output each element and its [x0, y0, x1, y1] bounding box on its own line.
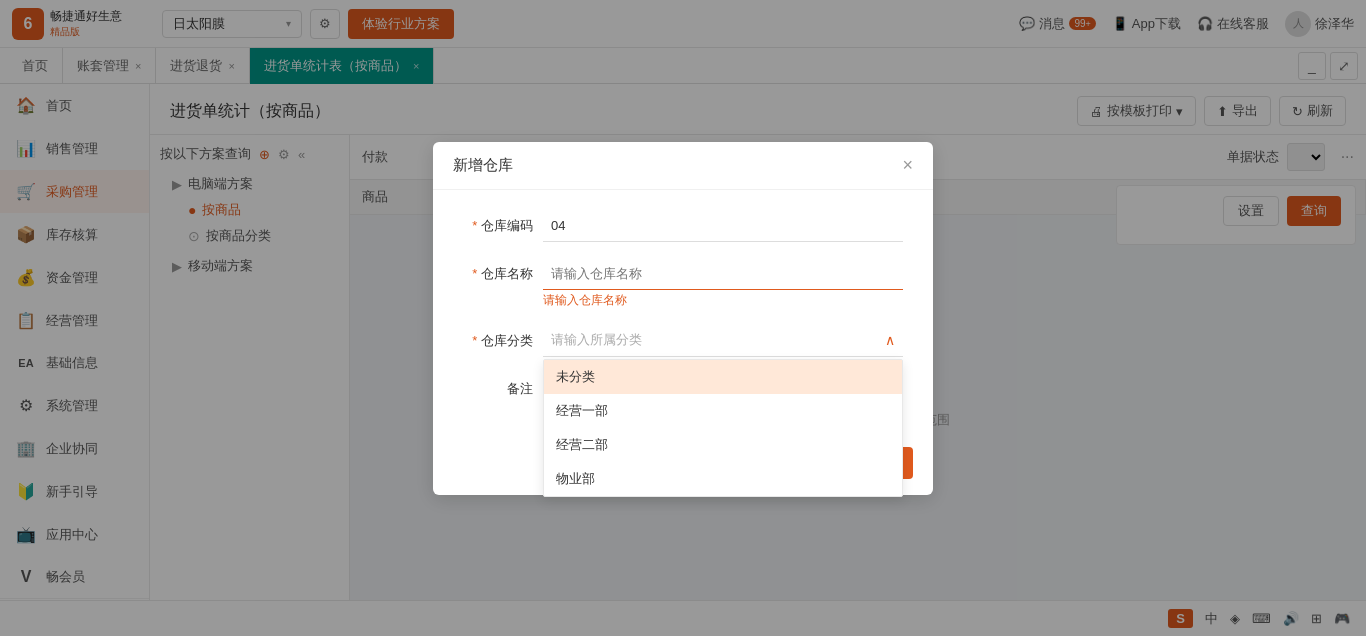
dropdown-item-0[interactable]: 未分类 — [544, 360, 902, 394]
warehouse-name-label: 仓库名称 — [463, 258, 533, 290]
category-chevron-icon: ∧ — [885, 332, 895, 348]
dialog: 新增仓库 × 仓库编码 仓库名称 请输入仓库名称 仓库分类 — [433, 142, 933, 495]
dialog-header: 新增仓库 × — [433, 142, 933, 190]
dropdown-item-3[interactable]: 物业部 — [544, 462, 902, 496]
remark-label: 备注 — [463, 373, 533, 405]
warehouse-name-input[interactable] — [543, 258, 903, 290]
warehouse-category-label: 仓库分类 — [463, 325, 533, 357]
dropdown-item-1[interactable]: 经营一部 — [544, 394, 902, 428]
category-dropdown-menu: 未分类 经营一部 经营二部 物业部 — [543, 359, 903, 497]
warehouse-code-label: 仓库编码 — [463, 210, 533, 242]
dialog-body: 仓库编码 仓库名称 请输入仓库名称 仓库分类 请输入所属分类 — [433, 190, 933, 437]
warehouse-name-error: 请输入仓库名称 — [543, 292, 903, 309]
form-row-code: 仓库编码 — [463, 210, 903, 242]
warehouse-code-field — [543, 210, 903, 242]
warehouse-category-field: 请输入所属分类 ∧ 未分类 经营一部 经营二部 物业部 — [543, 325, 903, 357]
form-row-category: 仓库分类 请输入所属分类 ∧ 未分类 经营一部 经营二部 物业部 — [463, 325, 903, 357]
warehouse-code-input[interactable] — [543, 210, 903, 242]
warehouse-name-field: 请输入仓库名称 — [543, 258, 903, 309]
dropdown-item-2[interactable]: 经营二部 — [544, 428, 902, 462]
form-row-name: 仓库名称 请输入仓库名称 — [463, 258, 903, 309]
category-placeholder: 请输入所属分类 — [551, 331, 642, 349]
category-dropdown[interactable]: 请输入所属分类 ∧ — [543, 325, 903, 357]
dialog-title: 新增仓库 — [453, 156, 513, 175]
dialog-close-button[interactable]: × — [902, 156, 913, 174]
overlay[interactable]: 新增仓库 × 仓库编码 仓库名称 请输入仓库名称 仓库分类 — [0, 0, 1366, 636]
